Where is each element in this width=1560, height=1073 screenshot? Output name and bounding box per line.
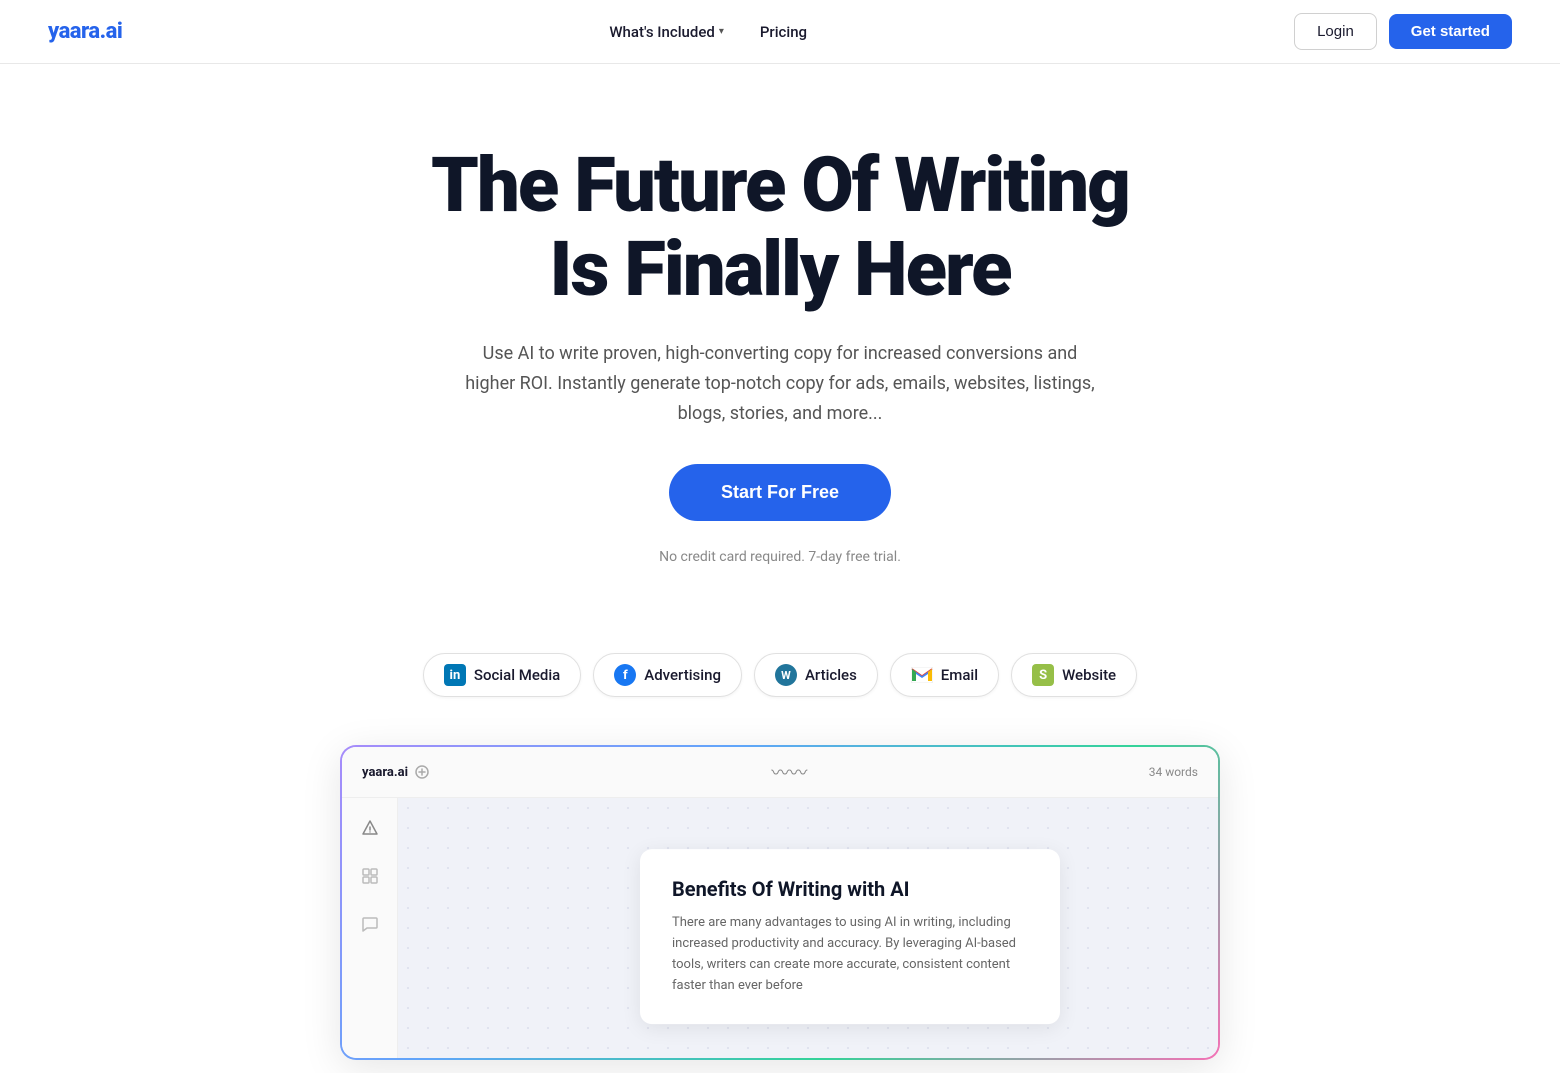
app-preview: yaara.ai 〰〰 34 words [340, 745, 1220, 1060]
get-started-button[interactable]: Get started [1389, 14, 1512, 49]
content-card-title: Benefits Of Writing with AI [672, 877, 1028, 901]
app-logo: yaara.ai [362, 764, 430, 780]
app-body: Benefits Of Writing with AI There are ma… [342, 798, 1218, 1058]
start-for-free-button[interactable]: Start For Free [669, 464, 891, 521]
logo[interactable]: yaara.ai [48, 19, 122, 44]
app-topbar: yaara.ai 〰〰 34 words [342, 747, 1218, 798]
chevron-down-icon: ▾ [719, 26, 724, 37]
wordpress-icon: W [775, 664, 797, 686]
linkedin-icon: in [444, 664, 466, 686]
nav-pricing[interactable]: Pricing [746, 15, 821, 49]
pill-articles[interactable]: W Articles [754, 653, 878, 697]
app-content-area: Benefits Of Writing with AI There are ma… [398, 798, 1218, 1058]
hero-note: No credit card required. 7-day free tria… [659, 549, 901, 565]
login-button[interactable]: Login [1294, 13, 1377, 50]
pill-advertising[interactable]: f Advertising [593, 653, 742, 697]
sidebar-alert-icon[interactable] [356, 814, 384, 842]
pill-email[interactable]: Email [890, 653, 999, 697]
gmail-icon [911, 664, 933, 686]
hero-title: The Future Of Writing Is Finally Here [378, 144, 1182, 311]
logo-text: yaara.ai [48, 19, 122, 44]
nav-links: What's Included ▾ Pricing [595, 15, 821, 49]
navbar: yaara.ai What's Included ▾ Pricing Login… [0, 0, 1560, 64]
content-card-text: There are many advantages to using AI in… [672, 913, 1028, 996]
app-sidebar [342, 798, 398, 1058]
app-preview-wrapper: yaara.ai 〰〰 34 words [0, 745, 1560, 1060]
shopify-icon: S [1032, 664, 1054, 686]
app-topbar-center: 〰〰 [771, 759, 807, 785]
pill-social-media[interactable]: in Social Media [423, 653, 581, 697]
hero-section: The Future Of Writing Is Finally Here Us… [330, 64, 1230, 653]
hero-subtitle: Use AI to write proven, high-converting … [460, 339, 1100, 428]
sidebar-chat-icon[interactable] [356, 910, 384, 938]
facebook-icon: f [614, 664, 636, 686]
content-card: Benefits Of Writing with AI There are ma… [640, 849, 1060, 1024]
nav-whats-included[interactable]: What's Included ▾ [595, 15, 738, 49]
ai-icon [414, 764, 430, 780]
sidebar-grid-icon[interactable] [356, 862, 384, 890]
pill-website[interactable]: S Website [1011, 653, 1137, 697]
nav-actions: Login Get started [1294, 13, 1512, 50]
word-count: 34 words [1149, 765, 1198, 779]
category-pills: in Social Media f Advertising W Articles… [0, 653, 1560, 697]
wave-icon: 〰〰 [771, 759, 807, 785]
